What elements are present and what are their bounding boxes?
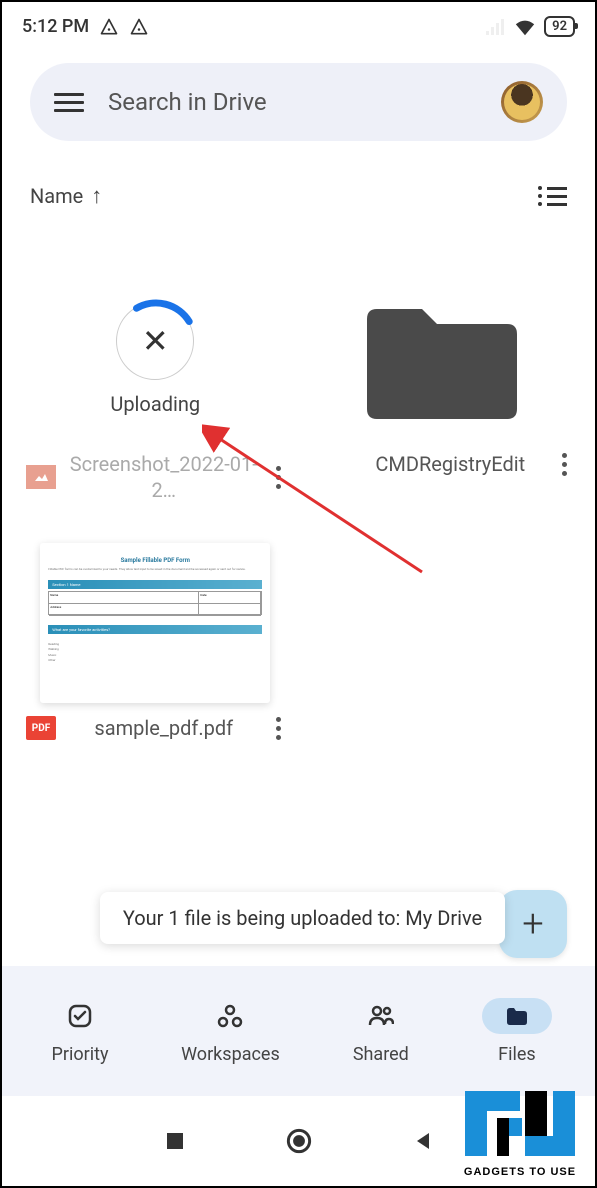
nav-shared[interactable]: Shared xyxy=(336,988,426,1075)
sort-button[interactable]: Name ↑ xyxy=(30,183,102,209)
nav-label: Files xyxy=(498,1044,536,1065)
file-name-label: Screenshot_2022-01-2… xyxy=(66,451,262,503)
nav-workspaces[interactable]: Workspaces xyxy=(171,988,290,1075)
status-bar: 5:12 PM 92 xyxy=(2,2,595,45)
nav-label: Workspaces xyxy=(181,1044,280,1065)
fab-add-button[interactable]: + xyxy=(499,890,567,958)
image-file-icon xyxy=(26,465,56,489)
grid-item-folder[interactable]: CMDRegistryEdit xyxy=(299,279,586,533)
home-button[interactable] xyxy=(286,1128,312,1154)
avatar[interactable] xyxy=(501,81,543,123)
nav-priority[interactable]: Priority xyxy=(35,988,125,1075)
search-bar[interactable]: Search in Drive xyxy=(30,63,567,141)
shared-icon xyxy=(368,1003,394,1029)
watermark-text: GADGETS TO USE xyxy=(464,1166,576,1178)
uploading-status-text: Uploading xyxy=(110,392,200,416)
pdf-thumbnail: Sample Fillable PDF Form Fillable PDF fo… xyxy=(40,543,270,703)
file-grid: ✕ Uploading Screenshot_2022-01-2… CMDReg… xyxy=(2,219,595,771)
arrow-up-icon: ↑ xyxy=(91,183,102,209)
sort-label-text: Name xyxy=(30,184,83,208)
watermark-logo-icon xyxy=(455,1076,585,1166)
workspaces-icon xyxy=(217,1003,243,1029)
more-options-icon[interactable] xyxy=(558,453,571,476)
search-placeholder: Search in Drive xyxy=(108,88,477,116)
nav-label: Shared xyxy=(353,1044,409,1065)
files-folder-icon xyxy=(504,1003,530,1029)
watermark: GADGETS TO USE xyxy=(455,1076,585,1178)
status-time: 5:12 PM xyxy=(22,16,89,37)
grid-item-uploading[interactable]: ✕ Uploading Screenshot_2022-01-2… xyxy=(12,279,299,533)
pdf-file-icon: PDF xyxy=(26,716,56,740)
more-options-icon[interactable] xyxy=(272,466,285,489)
folder-icon xyxy=(362,294,522,424)
priority-icon xyxy=(67,1003,93,1029)
back-button[interactable] xyxy=(412,1130,434,1152)
signal-icon xyxy=(486,19,506,35)
hamburger-menu-icon[interactable] xyxy=(54,93,84,112)
upload-progress-circle[interactable]: ✕ xyxy=(116,302,194,380)
file-name-label: CMDRegistryEdit xyxy=(353,451,549,477)
sort-bar: Name ↑ xyxy=(2,151,595,219)
wifi-icon xyxy=(514,18,536,36)
warning-triangle-icon xyxy=(129,17,149,37)
grid-item-pdf[interactable]: Sample Fillable PDF Form Fillable PDF fo… xyxy=(12,543,299,771)
nav-label: Priority xyxy=(52,1044,109,1065)
upload-toast: Your 1 file is being uploaded to: My Dri… xyxy=(100,892,505,944)
warning-triangle-icon xyxy=(99,17,119,37)
nav-files[interactable]: Files xyxy=(472,988,562,1075)
plus-icon: + xyxy=(522,902,543,946)
file-name-label: sample_pdf.pdf xyxy=(66,715,262,741)
more-options-icon[interactable] xyxy=(272,717,285,740)
recent-apps-button[interactable] xyxy=(164,1130,186,1152)
battery-indicator: 92 xyxy=(544,16,575,37)
list-view-toggle-icon[interactable] xyxy=(538,186,567,206)
